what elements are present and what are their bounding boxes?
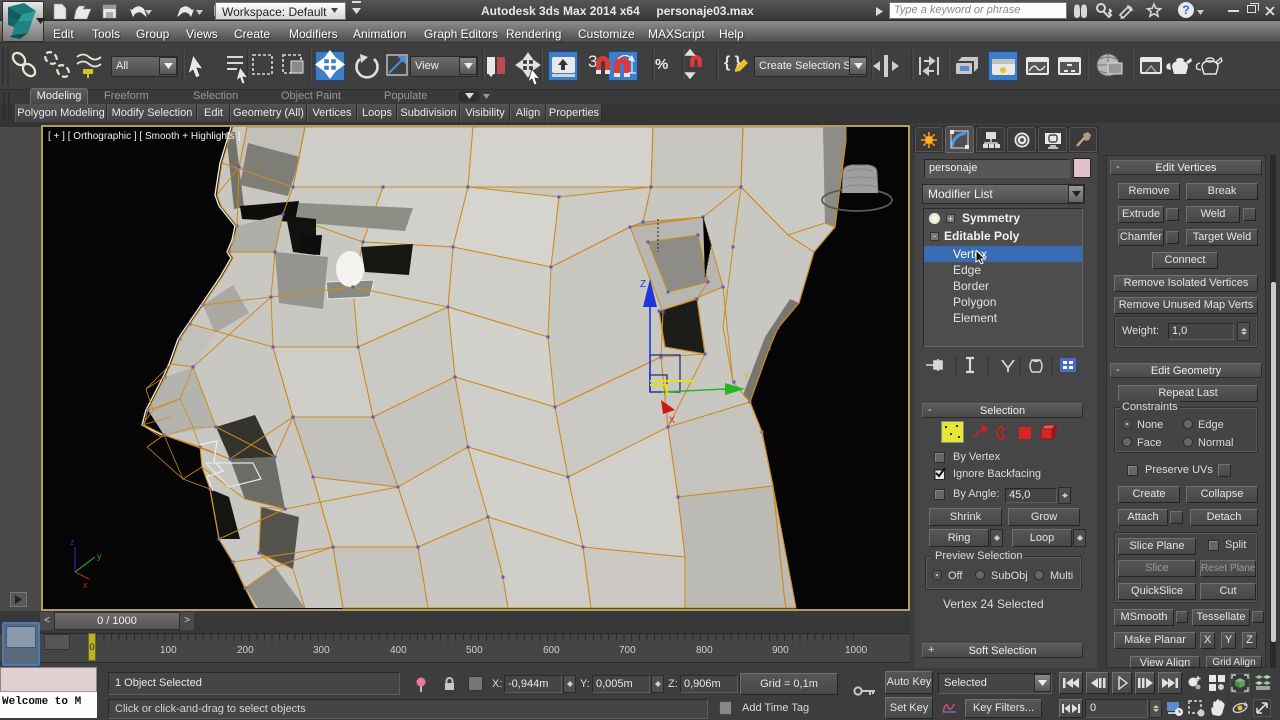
svg-text:y: y (97, 551, 102, 561)
svg-text:z: z (70, 537, 75, 547)
svg-text:%: % (655, 56, 668, 73)
svg-text:X: X (669, 415, 675, 425)
svg-text:Y: Y (743, 371, 750, 382)
svg-text:Z: Z (640, 279, 646, 290)
svg-text:x: x (83, 580, 88, 590)
